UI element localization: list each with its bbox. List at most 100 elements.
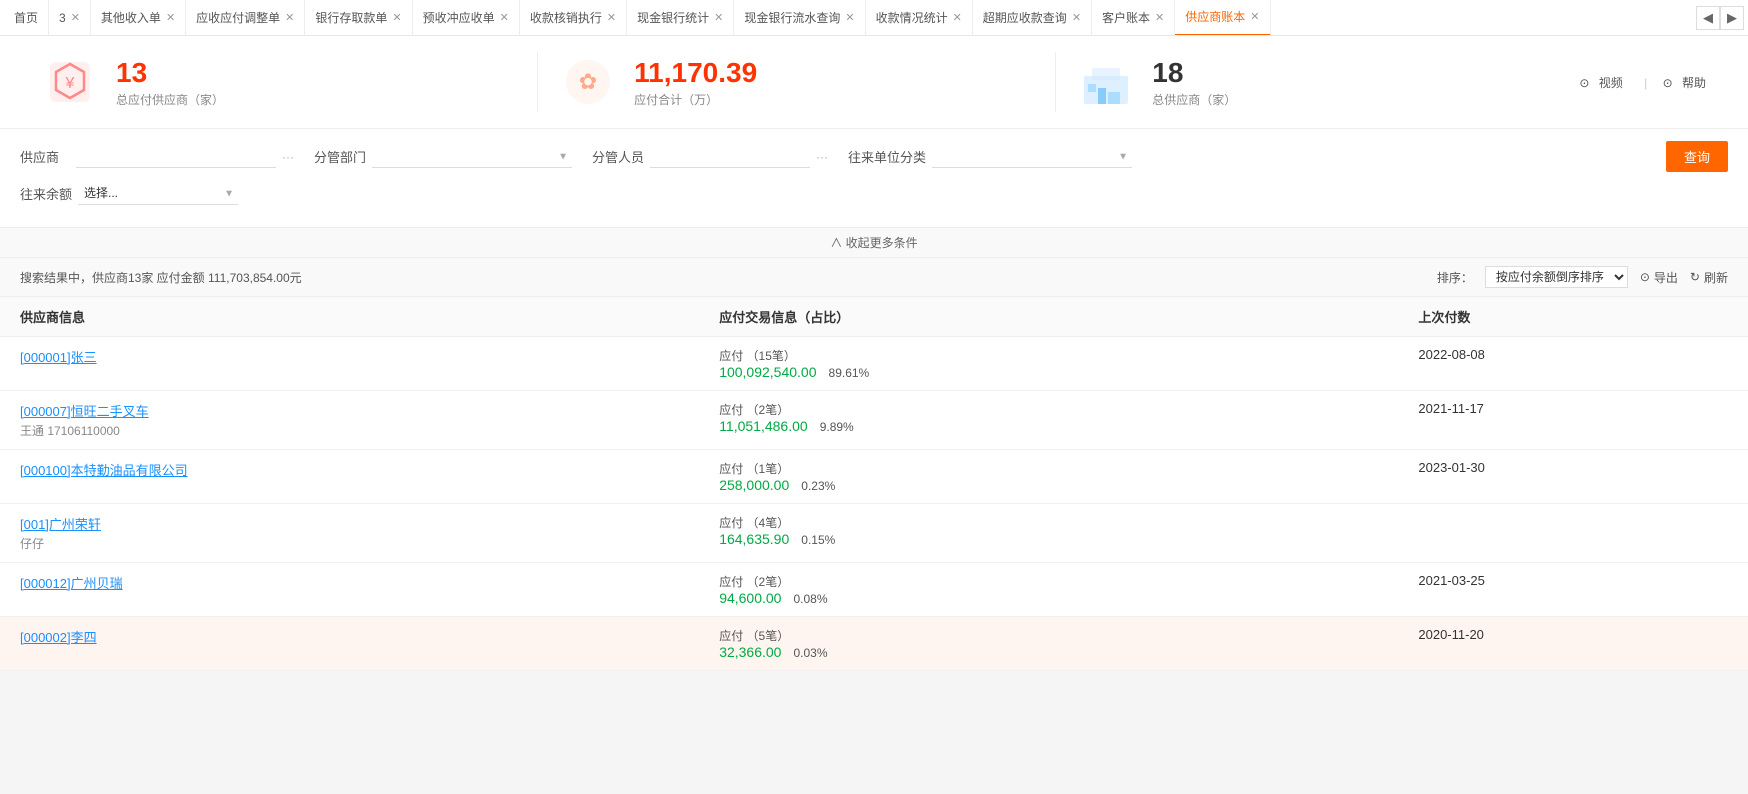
tx-amount[interactable]: 164,635.90 — [719, 531, 789, 547]
category-select[interactable] — [932, 145, 1132, 168]
close-icon[interactable]: ✕ — [1155, 11, 1164, 24]
col-last-payment: 上次付数 — [1398, 297, 1748, 337]
table-header-row: 供应商信息 应付交易信息（占比） 上次付数 — [0, 297, 1748, 337]
close-icon[interactable]: ✕ — [607, 11, 616, 24]
refresh-button[interactable]: ↻ 刷新 — [1690, 269, 1728, 286]
tx-percent: 9.89% — [820, 420, 854, 434]
nav-tab-supplier-ledger[interactable]: 供应商账本 ✕ — [1175, 0, 1270, 36]
filter-person: 分管人员 ··· — [592, 145, 828, 168]
payable-suppliers-number: 13 — [116, 56, 224, 90]
tx-percent: 0.23% — [801, 479, 835, 493]
tx-amount[interactable]: 100,092,540.00 — [719, 364, 816, 380]
close-icon[interactable]: ✕ — [392, 11, 401, 24]
tx-label: 应付 （15笔） — [719, 349, 796, 363]
tx-amount[interactable]: 258,000.00 — [719, 477, 789, 493]
supplier-link[interactable]: [000007]恒旺二手叉车 — [20, 404, 149, 419]
nav-tab-overdue[interactable]: 超期应收款查询 ✕ — [973, 0, 1092, 36]
last-payment-cell: 2021-03-25 — [1398, 563, 1748, 617]
supplier-info-cell: [000001]张三 — [0, 337, 699, 391]
sort-label: 排序： — [1437, 269, 1473, 286]
tx-amount[interactable]: 32,366.00 — [719, 644, 781, 660]
dept-select-wrapper: ▼ — [372, 145, 572, 168]
total-suppliers-number: 18 — [1152, 56, 1236, 90]
supplier-info-cell: [000007]恒旺二手叉车王通 17106110000 — [0, 391, 699, 450]
close-icon[interactable]: ✕ — [1250, 10, 1259, 23]
filter-supplier: 供应商 ··· — [20, 145, 294, 168]
summary-text-payable: 13 总应付供应商（家） — [116, 56, 224, 109]
tx-info-cell: 应付 （1笔）258,000.00 0.23% — [699, 450, 1398, 504]
person-input[interactable] — [650, 145, 810, 168]
nav-tab-cash-bank-flow[interactable]: 现金银行流水查询 ✕ — [734, 0, 865, 36]
tx-label: 应付 （5笔） — [719, 629, 789, 643]
filter-row-1: 供应商 ··· 分管部门 ▼ 分管人员 ··· 往来单位分类 — [20, 141, 1728, 172]
tx-label: 应付 （4笔） — [719, 516, 789, 530]
supplier-dots[interactable]: ··· — [282, 150, 294, 164]
dept-select[interactable] — [372, 145, 572, 168]
supplier-link[interactable]: [001]广州荣轩 — [20, 517, 101, 532]
supplier-table: 供应商信息 应付交易信息（占比） 上次付数 [000001]张三 应付 （15笔）… — [0, 297, 1748, 671]
nav-tab-home[interactable]: 首页 — [4, 0, 49, 36]
close-icon[interactable]: ✕ — [166, 11, 175, 24]
close-icon[interactable]: ✕ — [71, 11, 80, 24]
tx-amount[interactable]: 94,600.00 — [719, 590, 781, 606]
summary-card-payable-suppliers: ¥ 13 总应付供应商（家） — [20, 52, 538, 112]
top-navigation: 首页 3 ✕ 其他收入单 ✕ 应收应付调整单 ✕ 银行存取款单 ✕ 预收冲应收单… — [0, 0, 1748, 36]
svg-text:✿: ✿ — [579, 69, 597, 94]
export-button[interactable]: ⊙ 导出 — [1640, 269, 1678, 286]
person-label: 分管人员 — [592, 147, 644, 166]
tx-amount[interactable]: 11,051,486.00 — [719, 418, 808, 434]
sort-area: 排序： 按应付余额倒序排序 ⊙ 导出 ↻ 刷新 — [1437, 266, 1728, 288]
last-payment-cell: 2020-11-20 — [1398, 617, 1748, 671]
nav-tab-prepay[interactable]: 预收冲应收单 ✕ — [413, 0, 520, 36]
supplier-label: 供应商 — [20, 147, 70, 166]
summary-card-payable-total: ✿ 11,170.39 应付合计（万） — [538, 52, 1056, 112]
last-payment-cell — [1398, 504, 1748, 563]
close-icon[interactable]: ✕ — [714, 11, 723, 24]
category-label: 往来单位分类 — [848, 147, 926, 166]
balance-label: 往来余额 — [20, 184, 72, 203]
tx-percent: 0.15% — [801, 533, 835, 547]
tx-percent: 0.08% — [793, 592, 827, 606]
sort-select[interactable]: 按应付余额倒序排序 — [1485, 266, 1628, 288]
payable-total-icon: ✿ — [558, 52, 618, 112]
nav-tab-payment-stat[interactable]: 收款情况统计 ✕ — [866, 0, 973, 36]
tx-info-cell: 应付 （4笔）164,635.90 0.15% — [699, 504, 1398, 563]
results-summary: 搜索结果中，供应商13家 应付金额 111,703,854.00元 — [20, 269, 302, 286]
close-icon[interactable]: ✕ — [285, 11, 294, 24]
nav-tab-customer-ledger[interactable]: 客户账本 ✕ — [1092, 0, 1175, 36]
refresh-icon: ↻ — [1690, 270, 1700, 284]
balance-select[interactable]: 选择... — [78, 182, 238, 205]
nav-tab-adjustment[interactable]: 应收应付调整单 ✕ — [186, 0, 305, 36]
tx-label: 应付 （1笔） — [719, 462, 789, 476]
dept-label: 分管部门 — [314, 147, 366, 166]
supplier-info-cell: [000012]广州贝瑞 — [0, 563, 699, 617]
col-supplier-info: 供应商信息 — [0, 297, 699, 337]
last-payment-cell: 2021-11-17 — [1398, 391, 1748, 450]
tx-label: 应付 （2笔） — [719, 403, 789, 417]
video-link[interactable]: ⊙ 视频 — [1579, 76, 1628, 90]
nav-tab-cash-bank-stat[interactable]: 现金银行统计 ✕ — [627, 0, 734, 36]
close-icon[interactable]: ✕ — [845, 11, 854, 24]
supplier-link[interactable]: [000002]李四 — [20, 630, 97, 645]
supplier-input[interactable] — [76, 145, 276, 168]
supplier-info-cell: [000002]李四 — [0, 617, 699, 671]
collapse-bar[interactable]: ∧ 收起更多条件 — [0, 228, 1748, 258]
close-icon[interactable]: ✕ — [953, 11, 962, 24]
supplier-link[interactable]: [000100]本特勤油品有限公司 — [20, 463, 188, 478]
nav-next-button[interactable]: ▶ — [1720, 6, 1744, 30]
nav-tab-other-income[interactable]: 其他收入单 ✕ — [91, 0, 186, 36]
nav-tab-bank-deposit[interactable]: 银行存取款单 ✕ — [305, 0, 412, 36]
person-dots[interactable]: ··· — [816, 150, 828, 164]
nav-prev-button[interactable]: ◀ — [1696, 6, 1720, 30]
filter-dept: 分管部门 ▼ — [314, 145, 572, 168]
supplier-link[interactable]: [000001]张三 — [20, 350, 97, 365]
help-link[interactable]: ⊙ 帮助 — [1663, 76, 1712, 90]
nav-tab-3[interactable]: 3 ✕ — [49, 0, 91, 36]
nav-tab-payment[interactable]: 收款核销执行 ✕ — [520, 0, 627, 36]
close-icon[interactable]: ✕ — [500, 11, 509, 24]
close-icon[interactable]: ✕ — [1072, 11, 1081, 24]
search-button[interactable]: 查询 — [1666, 141, 1728, 172]
supplier-link[interactable]: [000012]广州贝瑞 — [20, 576, 123, 591]
table-row: [000012]广州贝瑞应付 （2笔）94,600.000.08%2021-03… — [0, 563, 1748, 617]
payable-total-number: 11,170.39 — [634, 56, 757, 90]
